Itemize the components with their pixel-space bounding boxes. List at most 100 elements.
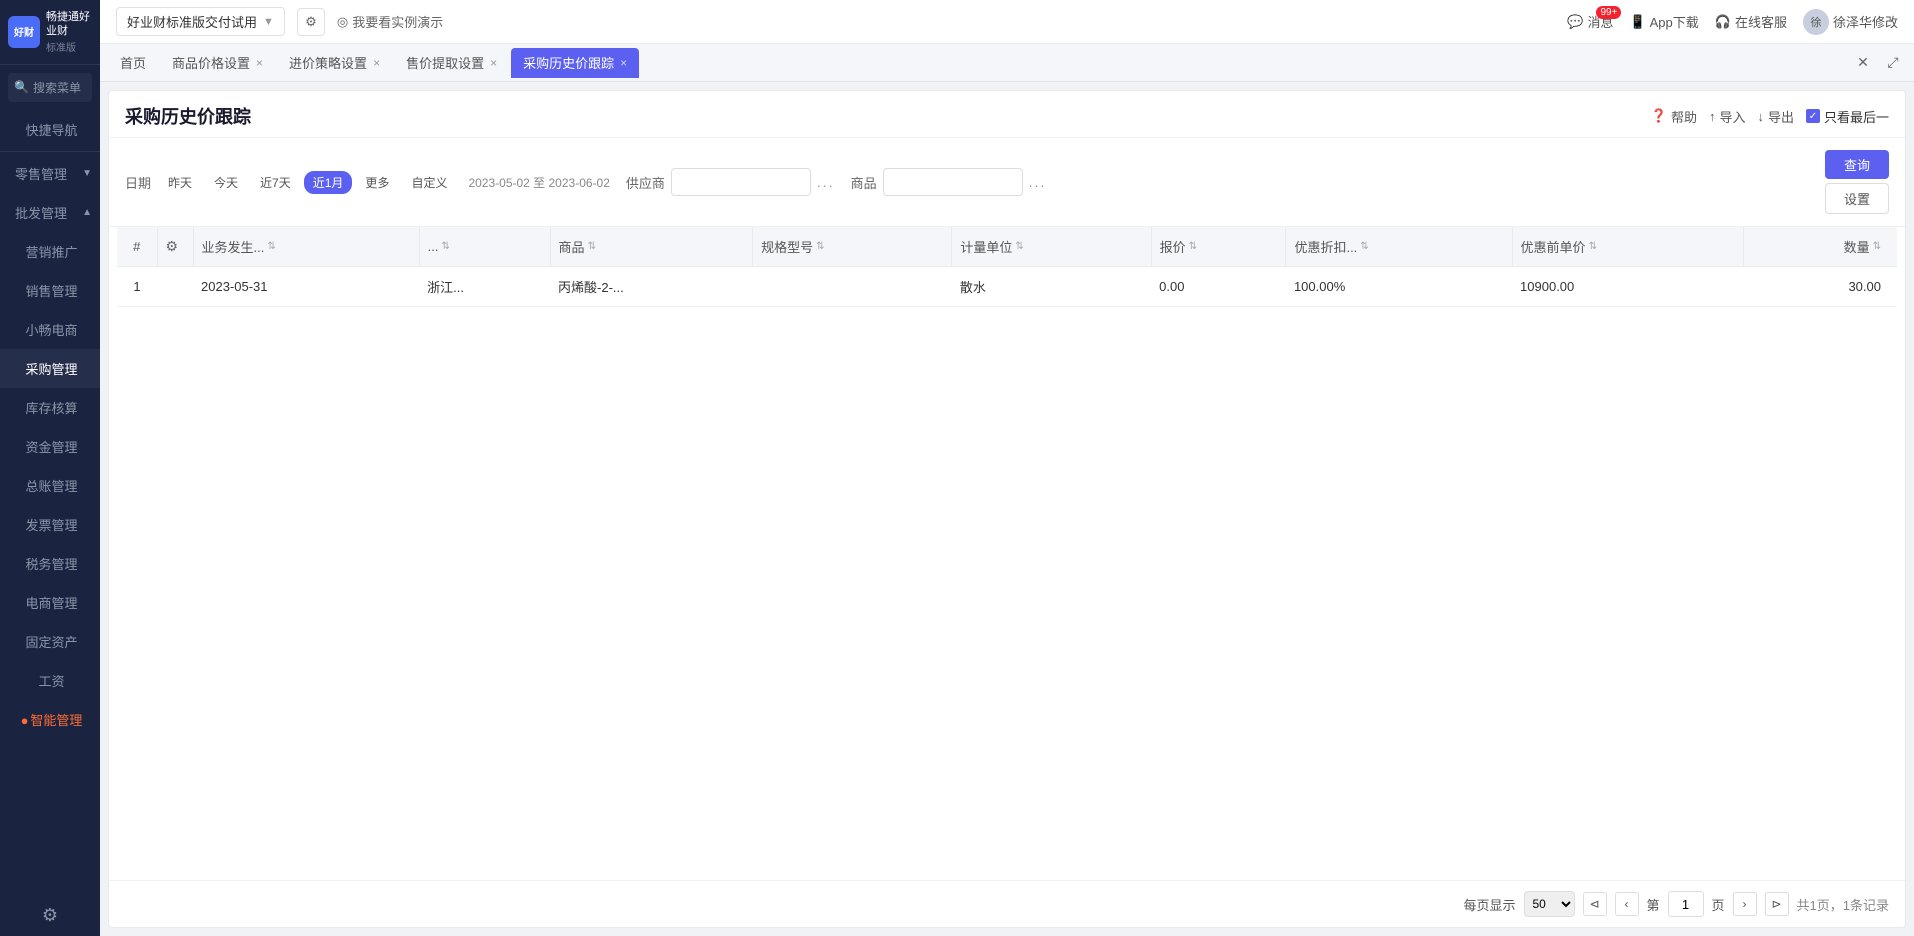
close-tab-button[interactable]: ✕	[1850, 50, 1876, 76]
close-tab-price-settings-icon[interactable]: ×	[256, 57, 263, 69]
sort-price-icon: ⇅	[1189, 241, 1197, 252]
close-tab-sale-price-icon[interactable]: ×	[490, 57, 497, 69]
sidebar-item-marketing[interactable]: 营销推广	[0, 232, 100, 271]
cell-goods: 丙烯酸-2-...	[550, 267, 753, 307]
sort-goods[interactable]: 商品 ⇅	[559, 237, 745, 256]
sidebar-item-fixed-assets[interactable]: 固定资产	[0, 622, 100, 661]
chevron-icon: ▼	[82, 168, 92, 179]
sort-more[interactable]: ... ⇅	[428, 239, 542, 254]
sidebar-divider-1	[0, 151, 100, 152]
sort-discount[interactable]: 优惠折扣... ⇅	[1294, 237, 1503, 256]
sort-price[interactable]: 报价 ⇅	[1160, 237, 1278, 256]
goods-input[interactable]	[883, 168, 1023, 196]
app-download-action[interactable]: 📱 App下载	[1629, 12, 1698, 31]
query-button[interactable]: 查询	[1825, 150, 1889, 179]
page-content: 采购历史价跟踪 ❓ 帮助 ↑ 导入 ↓ 导出 ✓ 只看最后一	[108, 90, 1906, 928]
total-info: 共1页，1条记录	[1797, 895, 1889, 914]
next-page-button[interactable]: ›	[1733, 892, 1757, 916]
search-menu-button[interactable]: 🔍 搜索菜单	[8, 73, 92, 102]
tab-home[interactable]: 首页	[108, 48, 158, 78]
sidebar-item-smart[interactable]: ●智能管理	[0, 700, 100, 739]
message-icon: 💬	[1567, 14, 1583, 30]
supplier-label: 供应商	[626, 173, 665, 192]
sidebar-item-quick-nav[interactable]: 快捷导航	[0, 110, 100, 149]
topbar: 好业财标准版交付试用 ▼ ⚙ ◎ 我要看实例演示 💬 消息 99+ 📱 App下…	[100, 0, 1914, 44]
prev-page-button[interactable]: ‹	[1615, 892, 1639, 916]
sort-unit[interactable]: 计量单位 ⇅	[960, 237, 1142, 256]
supplier-input[interactable]	[671, 168, 811, 196]
sidebar-gear-icon[interactable]: ⚙	[42, 905, 58, 926]
goods-more-icon[interactable]: ...	[1029, 174, 1047, 190]
tab-controls: ✕ ⤢	[1850, 50, 1906, 76]
goods-col-label: 商品	[559, 237, 585, 256]
cell-discount: 100.00%	[1286, 267, 1512, 307]
date-filter-label: 日期	[125, 173, 151, 192]
th-discount: 优惠折扣... ⇅	[1286, 227, 1512, 267]
tab-purchase-strategy[interactable]: 进价策略设置 ×	[277, 48, 392, 78]
sidebar-item-inventory[interactable]: 库存核算	[0, 388, 100, 427]
date-last7-btn[interactable]: 近7天	[251, 171, 300, 194]
sidebar-item-salary[interactable]: 工资	[0, 661, 100, 700]
app-download-icon: 📱	[1629, 14, 1645, 30]
supplier-more-icon[interactable]: ...	[817, 174, 835, 190]
sidebar-item-purchase[interactable]: 采购管理	[0, 349, 100, 388]
th-biz-date: 业务发生... ⇅	[193, 227, 419, 267]
close-tab-purchase-strategy-icon[interactable]: ×	[373, 57, 380, 69]
sort-pre-discount-icon: ⇅	[1589, 241, 1597, 252]
tab-price-settings[interactable]: 商品价格设置 ×	[160, 48, 275, 78]
sidebar-item-wholesale[interactable]: 批发管理 ▲	[0, 193, 100, 232]
tab-purchase-history[interactable]: 采购历史价跟踪 ×	[511, 48, 639, 78]
first-page-button[interactable]: ⊲	[1583, 892, 1607, 916]
fullscreen-button[interactable]: ⤢	[1880, 50, 1906, 76]
avatar: 徐	[1803, 9, 1829, 35]
price-label: 报价	[1160, 237, 1186, 256]
date-last1month-btn[interactable]: 近1月	[304, 171, 353, 194]
date-today-btn[interactable]: 今天	[205, 171, 247, 194]
import-link[interactable]: ↑ 导入	[1709, 107, 1746, 126]
only-last-checkbox[interactable]: ✓ 只看最后一	[1806, 107, 1889, 126]
close-tab-purchase-history-icon[interactable]: ×	[620, 57, 627, 69]
sidebar-item-sales[interactable]: 销售管理	[0, 271, 100, 310]
demo-icon: ◎	[337, 14, 348, 30]
user-menu[interactable]: 徐 徐泽华修改	[1803, 9, 1898, 35]
cell-biz-date: 2023-05-31	[193, 267, 419, 307]
version-select[interactable]: 好业财标准版交付试用 ▼	[116, 7, 285, 36]
per-page-select[interactable]: 50 10 20 100	[1524, 891, 1575, 917]
sidebar-item-ecommerce[interactable]: 电商管理	[0, 583, 100, 622]
th-pre-discount-price: 优惠前单价 ⇅	[1512, 227, 1743, 267]
sidebar-item-ledger[interactable]: 总账管理	[0, 466, 100, 505]
tab-sale-price[interactable]: 售价提取设置 ×	[394, 48, 509, 78]
th-more-cols: ... ⇅	[419, 227, 550, 267]
sidebar-item-invoice[interactable]: 发票管理	[0, 505, 100, 544]
sort-pre-discount-price[interactable]: 优惠前单价 ⇅	[1521, 237, 1735, 256]
sort-quantity-icon: ⇅	[1873, 241, 1881, 252]
page-number-input[interactable]	[1668, 891, 1704, 917]
sidebar-item-retail[interactable]: 零售管理 ▼	[0, 154, 100, 193]
date-range-text: 2023-05-02 至 2023-06-02	[468, 174, 609, 191]
sidebar-item-tax[interactable]: 税务管理	[0, 544, 100, 583]
date-yesterday-btn[interactable]: 昨天	[159, 171, 201, 194]
sort-spec-icon: ⇅	[816, 241, 824, 252]
sidebar-item-ecommerce-small[interactable]: 小畅电商	[0, 310, 100, 349]
tabs-bar: 首页 商品价格设置 × 进价策略设置 × 售价提取设置 × 采购历史价跟踪 × …	[100, 44, 1914, 82]
sort-goods-icon: ⇅	[588, 241, 596, 252]
demo-link[interactable]: ◎ 我要看实例演示	[337, 12, 443, 31]
sort-quantity[interactable]: 数量 ⇅	[1752, 237, 1881, 256]
online-service-action[interactable]: 🎧 在线客服	[1715, 12, 1787, 31]
sort-spec[interactable]: 规格型号 ⇅	[761, 237, 943, 256]
filter-settings-button[interactable]: 设置	[1825, 183, 1889, 214]
sidebar-search-area: 🔍 搜索菜单	[0, 65, 100, 110]
sort-biz-date[interactable]: 业务发生... ⇅	[202, 237, 411, 256]
column-settings-icon[interactable]: ⚙	[166, 238, 179, 254]
help-link[interactable]: ❓ 帮助	[1651, 107, 1697, 126]
export-icon: ↓	[1757, 109, 1764, 124]
export-link[interactable]: ↓ 导出	[1757, 107, 1794, 126]
filter-area: 日期 昨天 今天 近7天 近1月 更多 自定义 2023-05-02 至 202…	[109, 138, 1905, 227]
topbar-settings-button[interactable]: ⚙	[297, 8, 325, 36]
message-action[interactable]: 💬 消息 99+	[1567, 12, 1613, 31]
date-custom-btn[interactable]: 自定义	[402, 171, 456, 194]
sidebar-item-finance[interactable]: 资金管理	[0, 427, 100, 466]
date-more-btn[interactable]: 更多	[356, 171, 398, 194]
last-page-button[interactable]: ⊳	[1765, 892, 1789, 916]
th-quantity: 数量 ⇅	[1744, 227, 1897, 267]
